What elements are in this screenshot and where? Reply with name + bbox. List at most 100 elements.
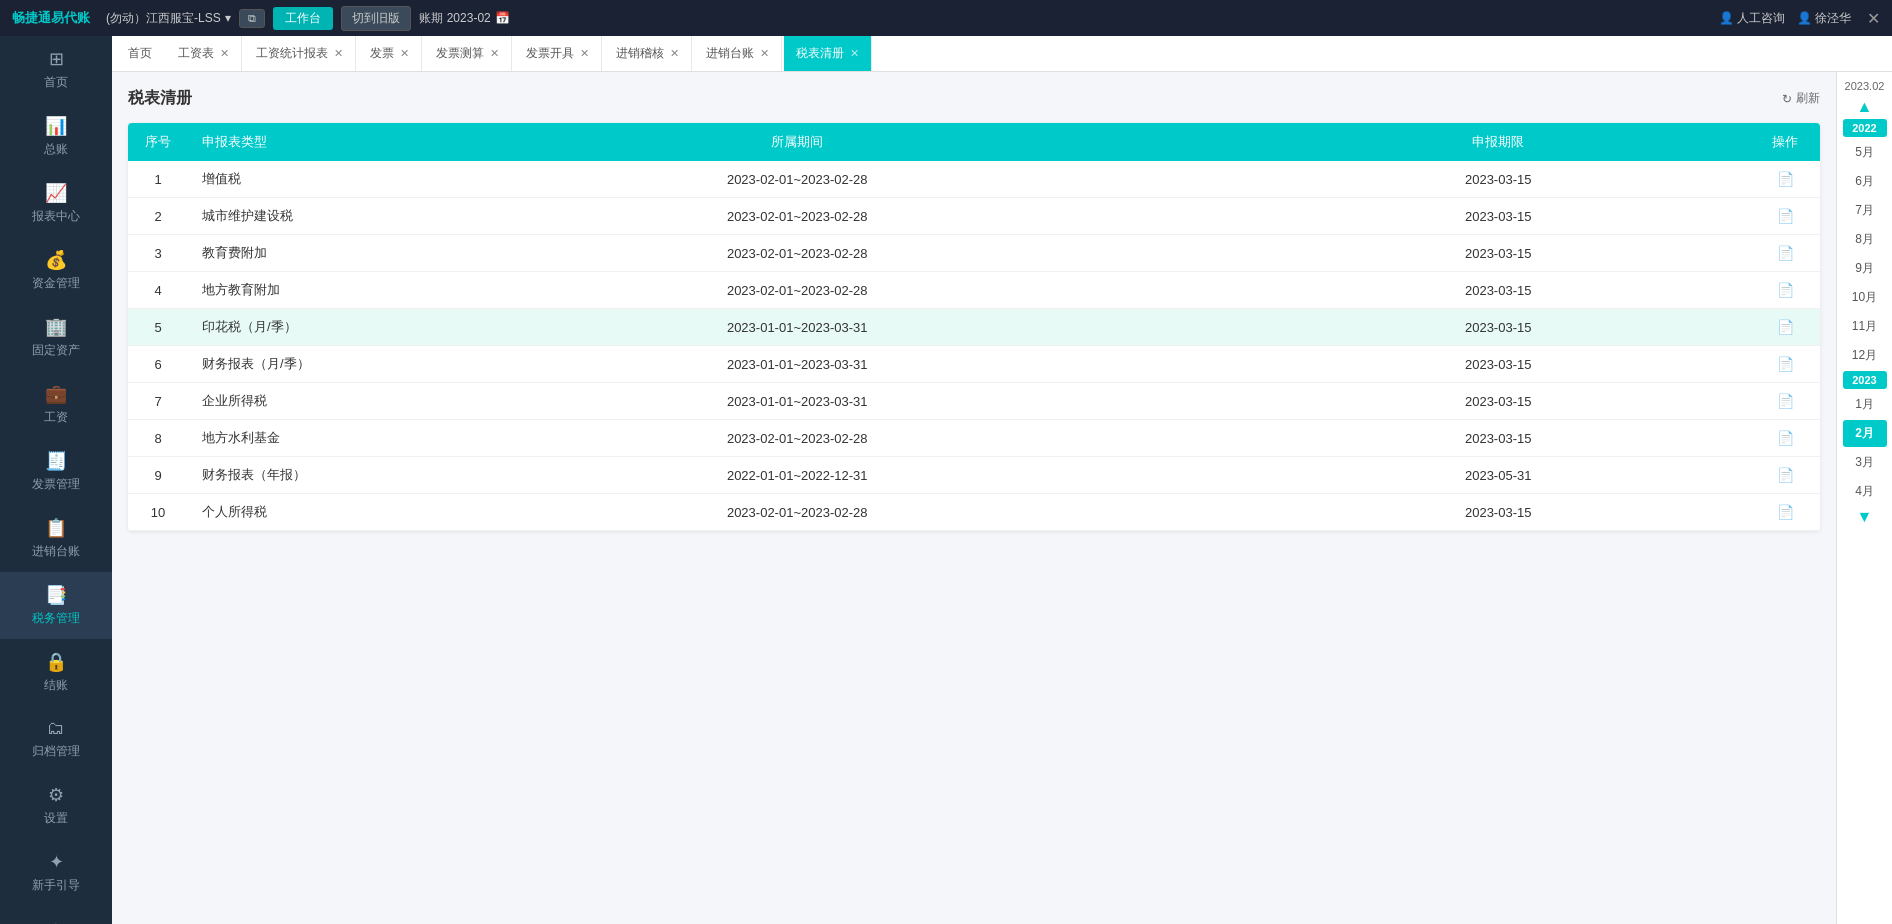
cal-month-2023-1[interactable]: 1月 <box>1843 391 1887 418</box>
action-doc-icon[interactable]: 📄 <box>1777 245 1794 261</box>
cell-action[interactable]: 📄 <box>1750 346 1820 383</box>
sidebar-item-label: 总账 <box>44 141 68 158</box>
cell-type: 城市维护建设税 <box>188 198 348 235</box>
cal-month-2022-5[interactable]: 5月 <box>1843 139 1887 166</box>
home-icon: ⊞ <box>49 48 64 70</box>
page-content: 税表清册 ↻ 刷新 序号 申报表类型 所属期间 申报期限 操作 <box>112 72 1892 924</box>
tab-purchase-ledger[interactable]: 进销台账 ✕ <box>694 36 782 72</box>
sidebar-item-ledger[interactable]: 📊 总账 <box>0 103 112 170</box>
sidebar-item-home[interactable]: ⊞ 首页 <box>0 36 112 103</box>
sidebar-item-guide[interactable]: ✦ 新手引导 <box>0 839 112 906</box>
tab-close-invoice-open[interactable]: ✕ <box>580 47 589 60</box>
cell-action[interactable]: 📄 <box>1750 457 1820 494</box>
sidebar-item-archive[interactable]: 🗂 归档管理 <box>0 706 112 772</box>
tab-close-invoice[interactable]: ✕ <box>400 47 409 60</box>
cell-type: 印花税（月/季） <box>188 309 348 346</box>
tab-payroll-stats[interactable]: 工资统计报表 ✕ <box>244 36 356 72</box>
action-doc-icon[interactable]: 📄 <box>1777 208 1794 224</box>
action-doc-icon[interactable]: 📄 <box>1777 467 1794 483</box>
tab-close-purchase-ledger[interactable]: ✕ <box>760 47 769 60</box>
action-doc-icon[interactable]: 📄 <box>1777 171 1794 187</box>
cal-month-2022-9[interactable]: 9月 <box>1843 255 1887 282</box>
table-row: 2 城市维护建设税 2023-02-01~2023-02-28 2023-03-… <box>128 198 1820 235</box>
tab-close-tax-clear[interactable]: ✕ <box>850 47 859 60</box>
cell-deadline: 2023-03-15 <box>1246 272 1750 309</box>
cell-action[interactable]: 📄 <box>1750 272 1820 309</box>
cal-month-2022-10[interactable]: 10月 <box>1843 284 1887 311</box>
switch-button[interactable]: 切到旧版 <box>341 6 411 31</box>
sidebar-item-report[interactable]: 📈 报表中心 <box>0 170 112 237</box>
cal-month-2023-3[interactable]: 3月 <box>1843 449 1887 476</box>
sidebar-item-settings[interactable]: ⚙ 设置 <box>0 772 112 839</box>
sidebar-item-assets[interactable]: 🏢 固定资产 <box>0 304 112 371</box>
cal-month-2022-7[interactable]: 7月 <box>1843 197 1887 224</box>
workbench-button[interactable]: 工作台 <box>273 7 333 30</box>
cell-no: 8 <box>128 420 188 457</box>
refresh-button[interactable]: ↻ 刷新 <box>1782 90 1820 107</box>
cell-deadline: 2023-03-15 <box>1246 494 1750 531</box>
user-avatar[interactable]: 👤 徐泾华 <box>1797 10 1851 27</box>
cell-action[interactable]: 📄 <box>1750 494 1820 531</box>
sidebar-item-invoice-mgr[interactable]: 🧾 发票管理 <box>0 438 112 505</box>
purchase-icon: 📋 <box>45 517 67 539</box>
year-2022-label: 2022 <box>1843 119 1887 137</box>
copy-button[interactable]: ⧉ <box>239 9 265 28</box>
cell-action[interactable]: 📄 <box>1750 420 1820 457</box>
tab-invoice-calc[interactable]: 发票测算 ✕ <box>424 36 512 72</box>
cal-month-2023-4[interactable]: 4月 <box>1843 478 1887 505</box>
table-row: 5 印花税（月/季） 2023-01-01~2023-03-31 2023-03… <box>128 309 1820 346</box>
tab-invoice[interactable]: 发票 ✕ <box>358 36 422 72</box>
sidebar-item-purchase[interactable]: 📋 进销台账 <box>0 505 112 572</box>
cell-type: 个人所得税 <box>188 494 348 531</box>
cell-action[interactable]: 📄 <box>1750 235 1820 272</box>
cell-type: 财务报表（年报） <box>188 457 348 494</box>
cal-month-2023-2-current[interactable]: 2月 <box>1843 420 1887 447</box>
calendar-prev[interactable]: ▲ <box>1855 96 1875 118</box>
tab-purchase-audit[interactable]: 进销稽核 ✕ <box>604 36 692 72</box>
cal-month-2022-8[interactable]: 8月 <box>1843 226 1887 253</box>
cell-type: 企业所得税 <box>188 383 348 420</box>
tab-invoice-open[interactable]: 发票开具 ✕ <box>514 36 602 72</box>
page-main: 税表清册 ↻ 刷新 序号 申报表类型 所属期间 申报期限 操作 <box>112 72 1836 924</box>
sidebar-item-tax-mgr[interactable]: 📑 税务管理 <box>0 572 112 639</box>
cell-no: 6 <box>128 346 188 383</box>
user-service[interactable]: 👤 人工咨询 <box>1719 10 1785 27</box>
company-selector[interactable]: (勿动）江西服宝-LSS ▾ <box>106 10 231 27</box>
table-row: 8 地方水利基金 2023-02-01~2023-02-28 2023-03-1… <box>128 420 1820 457</box>
cal-month-2022-11[interactable]: 11月 <box>1843 313 1887 340</box>
cell-action[interactable]: 📄 <box>1750 383 1820 420</box>
cal-month-2022-12[interactable]: 12月 <box>1843 342 1887 369</box>
calendar-next[interactable]: ▼ <box>1855 506 1875 528</box>
cell-deadline: 2023-03-15 <box>1246 161 1750 198</box>
table-row: 3 教育费附加 2023-02-01~2023-02-28 2023-03-15… <box>128 235 1820 272</box>
sidebar-item-label: 资金管理 <box>32 275 80 292</box>
year-2023-label: 2023 <box>1843 371 1887 389</box>
action-doc-icon[interactable]: 📄 <box>1777 356 1794 372</box>
tab-tax-clear[interactable]: 税表清册 ✕ <box>784 36 872 72</box>
col-type: 申报表类型 <box>188 123 348 161</box>
cell-action[interactable]: 📄 <box>1750 198 1820 235</box>
action-doc-icon[interactable]: 📄 <box>1777 282 1794 298</box>
action-doc-icon[interactable]: 📄 <box>1777 504 1794 520</box>
tab-close-payroll[interactable]: ✕ <box>220 47 229 60</box>
sidebar-item-closing[interactable]: 🔒 结账 <box>0 639 112 706</box>
tab-home[interactable]: 首页 <box>116 45 164 62</box>
sidebar-item-label: 新手引导 <box>32 877 80 894</box>
tab-close-invoice-calc[interactable]: ✕ <box>490 47 499 60</box>
tab-close-purchase-audit[interactable]: ✕ <box>670 47 679 60</box>
sidebar-item-fund[interactable]: 💰 资金管理 <box>0 237 112 304</box>
sidebar-item-member[interactable]: ◇ 畅会员 <box>0 906 112 924</box>
action-doc-icon[interactable]: 📄 <box>1777 319 1794 335</box>
tab-payroll[interactable]: 工资表 ✕ <box>166 36 242 72</box>
report-icon: 📈 <box>45 182 67 204</box>
cal-month-2022-6[interactable]: 6月 <box>1843 168 1887 195</box>
window-close-button[interactable]: ✕ <box>1867 9 1880 28</box>
cell-no: 9 <box>128 457 188 494</box>
action-doc-icon[interactable]: 📄 <box>1777 430 1794 446</box>
cell-action[interactable]: 📄 <box>1750 161 1820 198</box>
action-doc-icon[interactable]: 📄 <box>1777 393 1794 409</box>
tab-close-payroll-stats[interactable]: ✕ <box>334 47 343 60</box>
sidebar-item-payroll[interactable]: 💼 工资 <box>0 371 112 438</box>
sidebar-item-label: 首页 <box>44 74 68 91</box>
cell-action[interactable]: 📄 <box>1750 309 1820 346</box>
